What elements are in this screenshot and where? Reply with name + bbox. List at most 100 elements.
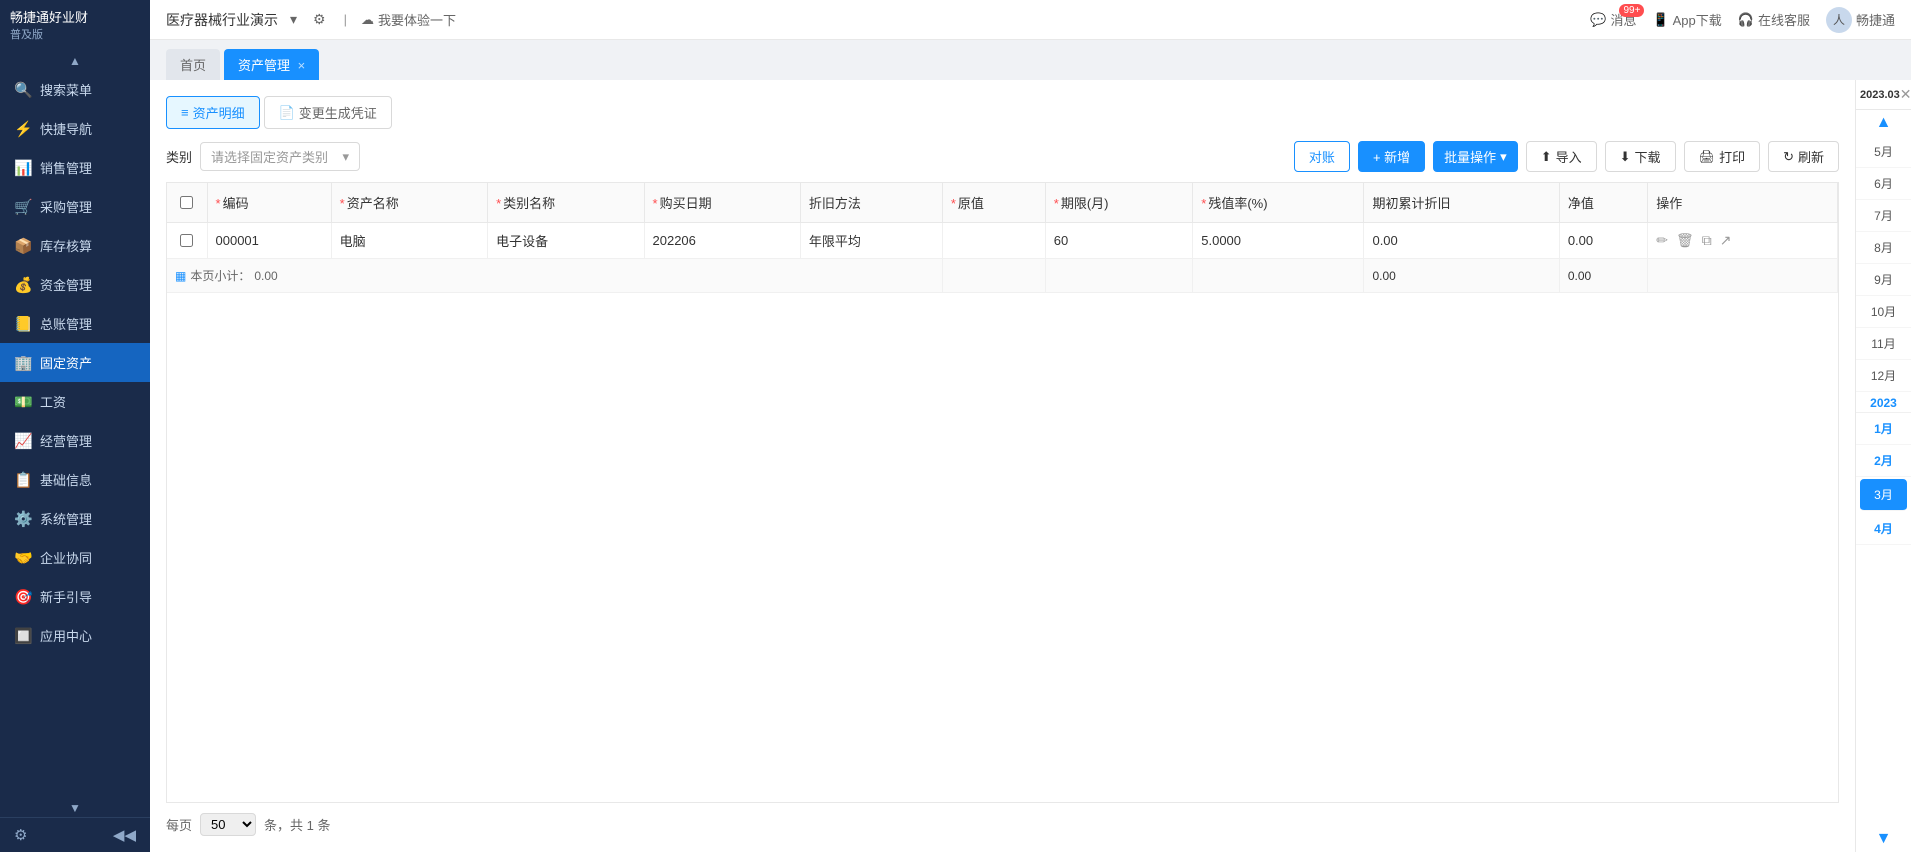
sidebar-item-search[interactable]: 🔍 搜索菜单 [0,70,150,109]
tab-asset-mgmt[interactable]: 资产管理 × [224,49,319,80]
header-right: 💬 消息 99+ 📱 App下载 🎧 在线客服 人 畅捷通 [1590,7,1895,33]
download-button[interactable]: ⬇ 下载 [1605,141,1676,172]
reconcile-button[interactable]: 对账 [1294,141,1350,172]
ledger-icon: 📒 [14,315,32,333]
sub-tab-asset-detail[interactable]: ≡ 资产明细 [166,96,260,129]
search-icon: 🔍 [14,81,32,99]
cell-action: ✏ 🗑 ⧉ ↗ [1648,223,1838,259]
toolbar-right: 对账 + 新增 批量操作 ▾ ⬆ 导入 ⬇ 下载 🖨 [1294,141,1839,172]
toolbar: 类别 请选择固定资产类别 ▾ 对账 + 新增 批量操作 ▾ ⬆ 导入 [166,141,1839,172]
subtotal-icon: ▦ [175,269,186,283]
select-all-checkbox[interactable] [180,196,193,209]
chevron-down-icon[interactable]: ▼ [1876,830,1892,847]
cal-nav-up[interactable]: ▲ [1856,110,1911,136]
doc-icon: 📄 [279,105,295,121]
sidebar-item-label: 工资 [40,392,66,411]
sidebar-item-ledger[interactable]: 📒 总账管理 [0,304,150,343]
cal-month-10[interactable]: 10月 [1856,296,1911,328]
sidebar-item-app-center[interactable]: 🔲 应用中心 [0,616,150,655]
cal-year-2023: 2023 [1856,392,1911,413]
chevron-down-icon: ▾ [1500,149,1507,165]
message-button[interactable]: 💬 消息 99+ [1590,10,1636,29]
col-accumulated-dep: 期初累计折旧 [1364,183,1559,223]
app-download-button[interactable]: 📱 App下载 [1652,10,1721,29]
category-label: 类别 [166,147,192,166]
page-size-select[interactable]: 50 100 200 [200,813,256,836]
col-residual-rate: *残值率(%) [1193,183,1364,223]
sidebar-item-label: 销售管理 [40,158,92,177]
sidebar-item-payroll[interactable]: 💵 工资 [0,382,150,421]
sidebar-item-system[interactable]: ⚙️ 系统管理 [0,499,150,538]
sidebar-item-collab[interactable]: 🤝 企业协同 [0,538,150,577]
cal-month-4[interactable]: 4月 [1856,513,1911,545]
subtotal-net-value: 0.00 [1559,259,1647,293]
toolbar-left: 类别 请选择固定资产类别 ▾ [166,142,360,171]
cell-residual-rate: 5.0000 [1193,223,1364,259]
tab-close-icon[interactable]: × [298,58,306,73]
print-button[interactable]: 🖨 打印 [1684,141,1761,172]
basic-info-icon: 📋 [14,471,32,489]
sidebar-item-label: 快捷导航 [40,119,92,138]
sidebar-item-purchase[interactable]: 🛒 采购管理 [0,187,150,226]
user-profile[interactable]: 人 畅捷通 [1826,7,1895,33]
cal-nav-down[interactable]: ▼ [1856,826,1911,852]
cal-month-9[interactable]: 9月 [1856,264,1911,296]
sub-tabs: ≡ 资产明细 📄 变更生成凭证 [166,96,1839,129]
print-icon: 🖨 [1699,149,1716,165]
sidebar-item-label: 固定资产 [40,353,92,372]
experience-button[interactable]: ☁ 我要体验一下 [361,10,456,29]
sidebar-scroll-down[interactable]: ▼ [0,799,150,817]
sidebar-item-fixed-assets[interactable]: 🏢 固定资产 [0,343,150,382]
cal-month-11[interactable]: 11月 [1856,328,1911,360]
cal-month-1[interactable]: 1月 [1856,413,1911,445]
tab-home[interactable]: 首页 [166,49,220,80]
cal-month-12[interactable]: 12月 [1856,360,1911,392]
cal-month-2[interactable]: 2月 [1856,445,1911,477]
category-select[interactable]: 请选择固定资产类别 ▾ [200,142,360,171]
subtotal-period [1045,259,1192,293]
sidebar-item-inventory[interactable]: 📦 库存核算 [0,226,150,265]
copy-icon[interactable]: ⧉ [1702,232,1712,249]
import-button[interactable]: ⬆ 导入 [1526,141,1597,172]
cal-month-5[interactable]: 5月 [1856,136,1911,168]
pagination-bar: 每页 50 100 200 条，共 1 条 [166,803,1839,836]
new-button[interactable]: + 新增 [1358,141,1425,172]
cal-month-7[interactable]: 7月 [1856,200,1911,232]
guide-icon: 🎯 [14,588,32,606]
sub-tab-change-voucher[interactable]: 📄 变更生成凭证 [264,96,392,129]
sidebar-item-basic-info[interactable]: 📋 基础信息 [0,460,150,499]
cal-month-8[interactable]: 8月 [1856,232,1911,264]
chevron-down-icon[interactable]: ▾ [286,9,301,30]
online-service-button[interactable]: 🎧 在线客服 [1738,10,1810,29]
edit-icon[interactable]: ✏ [1656,232,1668,249]
import-icon: ⬆ [1541,149,1552,165]
gear-icon[interactable]: ⚙ [309,9,330,30]
sidebar-item-guide[interactable]: 🎯 新手引导 [0,577,150,616]
operations-icon: 📈 [14,432,32,450]
avatar: 人 [1826,7,1852,33]
content-area: ≡ 资产明细 📄 变更生成凭证 类别 请选择固定资产类别 ▾ [150,80,1855,852]
collapse-icon[interactable]: ◀◀ [113,826,136,844]
system-icon: ⚙️ [14,510,32,528]
settings-icon[interactable]: ⚙ [14,826,27,844]
chevron-up-icon[interactable]: ▲ [1876,114,1892,131]
cal-month-6[interactable]: 6月 [1856,168,1911,200]
sidebar-scroll-up[interactable]: ▲ [0,52,150,70]
main-area: 医疗器械行业演示 ▾ ⚙ | ☁ 我要体验一下 💬 消息 99+ 📱 App下载… [150,0,1911,852]
cal-close-icon[interactable]: ✕ [1900,86,1911,103]
sidebar-item-sales[interactable]: 📊 销售管理 [0,148,150,187]
sidebar-item-quick-nav[interactable]: ⚡ 快捷导航 [0,109,150,148]
more-icon[interactable]: ↗ [1720,232,1732,249]
sidebar-item-label: 资金管理 [40,275,92,294]
cal-month-3-active[interactable]: 3月 [1860,479,1907,511]
delete-icon[interactable]: 🗑 [1676,232,1694,249]
cal-title: 2023.03 [1860,89,1900,101]
payroll-icon: 💵 [14,393,32,411]
table-row: 000001 电脑 电子设备 202206 年限平均 60 5.0000 0.0… [167,223,1838,259]
sidebar-item-operations[interactable]: 📈 经营管理 [0,421,150,460]
sidebar-item-funds[interactable]: 💰 资金管理 [0,265,150,304]
refresh-button[interactable]: ↻ 刷新 [1768,141,1839,172]
row-checkbox[interactable] [180,234,193,247]
sidebar-item-label: 搜索菜单 [40,80,92,99]
batch-ops-button[interactable]: 批量操作 ▾ [1433,141,1518,172]
